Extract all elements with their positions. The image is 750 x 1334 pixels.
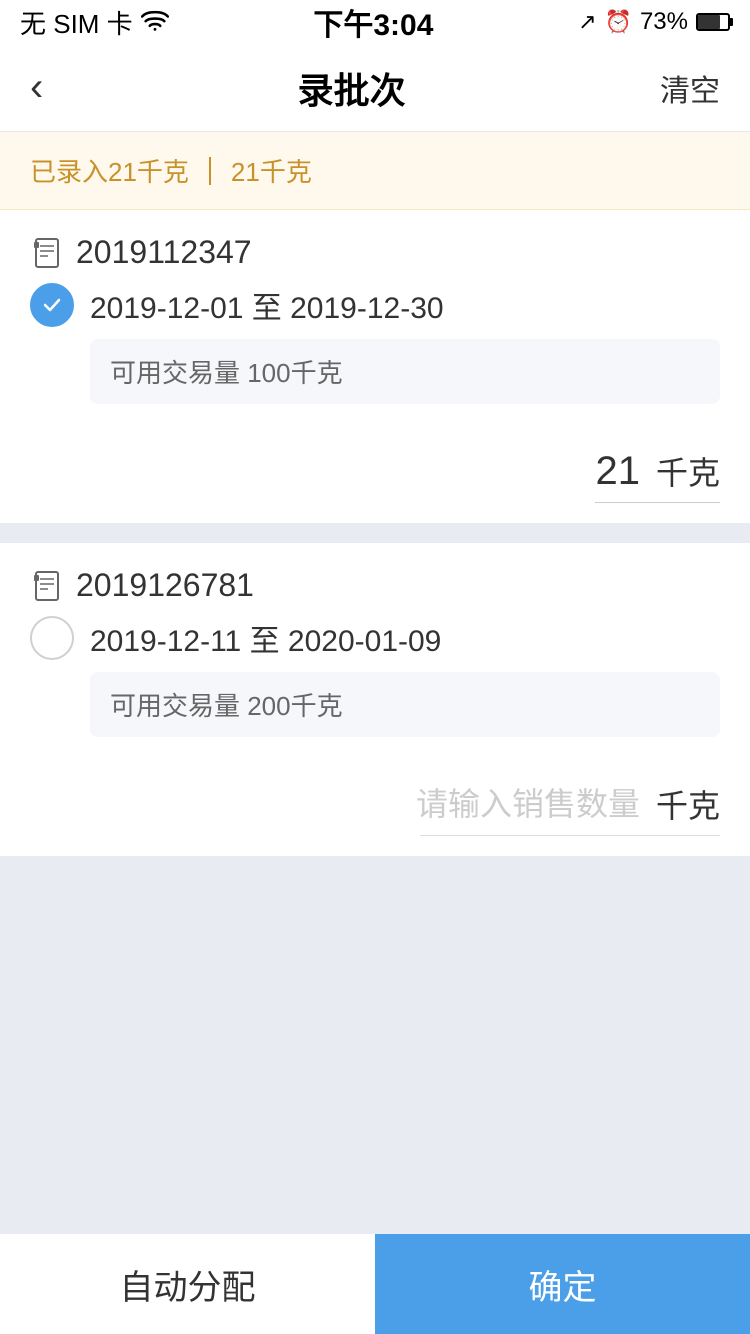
status-time: 下午3:04	[313, 0, 433, 44]
status-bar: 无 SIM 卡 下午3:04 ↗ ⏰ 73%	[0, 0, 750, 44]
battery-icon	[696, 13, 730, 31]
summary-label: 已录入21千克	[30, 152, 189, 189]
clear-button[interactable]: 清空	[660, 66, 720, 110]
summary-banner: 已录入21千克 21千克	[0, 132, 750, 210]
batch-2-availability: 可用交易量 200千克	[90, 672, 720, 737]
batch-1-availability: 可用交易量 100千克	[90, 339, 720, 404]
batch-1-quantity-underline: 21 千克	[595, 448, 720, 503]
confirm-button[interactable]: 确定	[375, 1234, 750, 1334]
batch-2-header: 2019126781	[30, 567, 720, 604]
batch-1-icon	[30, 235, 66, 271]
batch-2-quantity-row: 千克	[0, 761, 750, 856]
bottom-bar: 自动分配 确定	[0, 1234, 750, 1334]
page-title: 录批次	[298, 62, 406, 114]
alarm-icon: ⏰	[605, 9, 632, 35]
quantity-input[interactable]	[340, 786, 640, 823]
batch-1-checkbox[interactable]	[30, 283, 74, 327]
input-underline	[420, 835, 720, 836]
batch-1-id: 2019112347	[76, 234, 252, 271]
status-right: ↗ ⏰ 73%	[578, 8, 730, 36]
battery-text: 73%	[640, 8, 688, 36]
back-button[interactable]: ‹	[30, 65, 43, 110]
section-divider	[0, 523, 750, 543]
summary-value: 21千克	[231, 152, 312, 189]
batch-2-icon	[30, 568, 66, 604]
batch-2-card: 2019126781 2019-12-11 至 2020-01-09 可用交易量…	[0, 543, 750, 761]
nav-bar: ‹ 录批次 清空	[0, 44, 750, 132]
batch-1-quantity-row: 21 千克	[0, 428, 750, 523]
batch-1-date: 2019-12-01 至 2019-12-30	[90, 283, 444, 327]
batch-2-date: 2019-12-11 至 2020-01-09	[90, 616, 441, 660]
auto-distribute-button[interactable]: 自动分配	[0, 1234, 375, 1334]
batch-1-header: 2019112347	[30, 234, 720, 271]
wifi-icon	[141, 7, 169, 38]
batch-2-row[interactable]: 2019-12-11 至 2020-01-09	[30, 616, 720, 660]
batch-2-quantity-unit: 千克	[656, 781, 720, 827]
carrier-text: 无 SIM 卡	[20, 4, 133, 41]
batch-1-row[interactable]: 2019-12-01 至 2019-12-30	[30, 283, 720, 327]
summary-divider	[209, 157, 211, 185]
batch-2-id: 2019126781	[76, 567, 254, 604]
batch-1-card: 2019112347 2019-12-01 至 2019-12-30 可用交易量…	[0, 210, 750, 428]
status-left: 无 SIM 卡	[20, 4, 169, 41]
batch-2-checkbox[interactable]	[30, 616, 74, 660]
batch-1-quantity-value: 21	[595, 449, 640, 494]
location-icon: ↗	[578, 9, 596, 35]
batch-1-quantity-unit: 千克	[656, 448, 720, 494]
